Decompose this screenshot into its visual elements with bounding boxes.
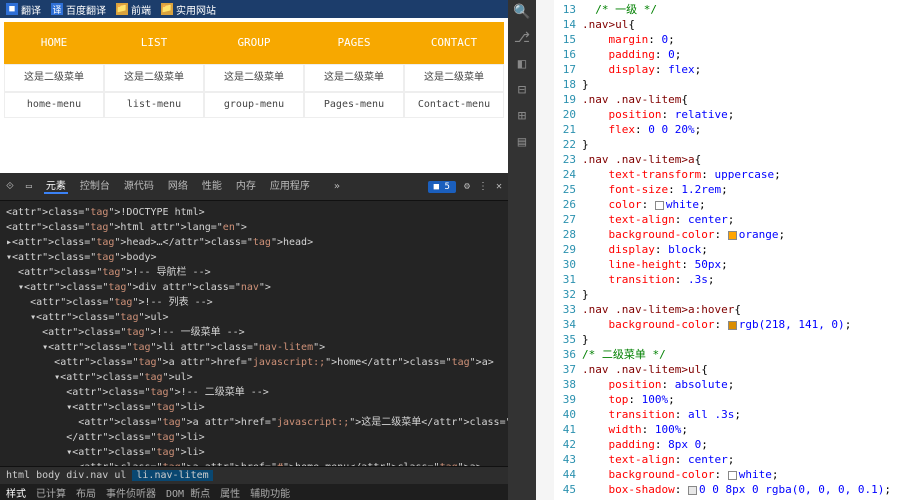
styles-tab[interactable]: 布局 bbox=[76, 485, 96, 500]
activity-icon[interactable]: ◧ bbox=[518, 56, 526, 72]
bookmarks-bar: ■翻译译百度翻译 📁前端 📁实用网站 bbox=[0, 0, 508, 18]
devtools-tab[interactable]: 元素 bbox=[44, 181, 68, 194]
devtools-tab[interactable]: 控制台 bbox=[78, 181, 112, 192]
issues-badge[interactable]: ■ 5 bbox=[428, 181, 456, 193]
devtools-tab[interactable]: 内存 bbox=[234, 181, 258, 192]
css-editor: 13 /* 一级 */14.nav>ul{15 margin: 0;16 pad… bbox=[536, 0, 921, 500]
nav-item[interactable]: PAGES这是二级菜单Pages-menu bbox=[304, 22, 404, 118]
close-icon[interactable]: ✕ bbox=[496, 181, 502, 192]
minimap bbox=[536, 0, 554, 500]
activity-icon[interactable]: ▤ bbox=[518, 134, 526, 150]
devtools-tab[interactable]: 应用程序 bbox=[268, 181, 312, 192]
bookmark-item[interactable]: ■翻译 bbox=[6, 2, 41, 17]
page-preview: HOME这是二级菜单home-menuLIST这是二级菜单list-menuGR… bbox=[0, 18, 508, 173]
more-tabs[interactable]: » bbox=[334, 181, 340, 192]
activity-icon[interactable]: ⎇ bbox=[514, 30, 530, 46]
breadcrumb-item[interactable]: html bbox=[6, 470, 30, 481]
breadcrumb-item[interactable]: ul bbox=[114, 470, 126, 481]
bookmark-item[interactable]: 📁前端 bbox=[116, 2, 151, 17]
breadcrumb-item[interactable]: body bbox=[36, 470, 60, 481]
styles-tabs[interactable]: 样式已计算布局事件侦听器 DOM 断点属性辅助功能 bbox=[0, 484, 508, 500]
devtools-tab[interactable]: 性能 bbox=[200, 181, 224, 192]
styles-tab[interactable]: 属性 bbox=[220, 485, 240, 500]
editor-content[interactable]: 13 /* 一级 */14.nav>ul{15 margin: 0;16 pad… bbox=[554, 0, 921, 500]
nav-item[interactable]: GROUP这是二级菜单group-menu bbox=[204, 22, 304, 118]
gear-icon[interactable]: ⚙ bbox=[464, 181, 470, 192]
inspect-icon[interactable]: ⟐ bbox=[6, 181, 14, 192]
bookmark-item[interactable]: 📁实用网站 bbox=[161, 2, 216, 17]
nav-item[interactable]: HOME这是二级菜单home-menu bbox=[4, 22, 104, 118]
kebab-icon[interactable]: ⋮ bbox=[478, 181, 488, 192]
bookmark-item[interactable]: 译百度翻译 bbox=[51, 2, 106, 17]
activity-icon[interactable]: ⊞ bbox=[518, 108, 526, 124]
breadcrumb-item[interactable]: div.nav bbox=[66, 470, 108, 481]
nav-item[interactable]: LIST这是二级菜单list-menu bbox=[104, 22, 204, 118]
device-icon[interactable]: ▭ bbox=[26, 181, 32, 192]
nav-item[interactable]: CONTACT这是二级菜单Contact-menu bbox=[404, 22, 504, 118]
devtools-tabs: ⟐ ▭ 元素控制台源代码网络性能内存应用程序 » ■ 5 ⚙ ⋮ ✕ bbox=[0, 173, 508, 201]
devtools-tab[interactable]: 网络 bbox=[166, 181, 190, 192]
activity-bar: 🔍 ⎇ ◧ ⊟ ⊞ ▤ bbox=[508, 0, 536, 500]
breadcrumb-item[interactable]: li.nav-litem bbox=[132, 470, 212, 481]
devtools-tab[interactable]: 源代码 bbox=[122, 181, 156, 192]
elements-tree[interactable]: <attr">class="tag">!DOCTYPE html><attr">… bbox=[0, 201, 508, 466]
activity-icon[interactable]: ⊟ bbox=[518, 82, 526, 98]
styles-tab[interactable]: DOM 断点 bbox=[166, 485, 210, 500]
styles-tab[interactable]: 样式 bbox=[6, 485, 26, 500]
styles-tab[interactable]: 已计算 bbox=[36, 485, 66, 500]
activity-icon[interactable]: 🔍 bbox=[513, 4, 530, 20]
styles-tab[interactable]: 辅助功能 bbox=[250, 485, 290, 500]
devtools: ⟐ ▭ 元素控制台源代码网络性能内存应用程序 » ■ 5 ⚙ ⋮ ✕ <attr… bbox=[0, 173, 508, 500]
styles-tab[interactable]: 事件侦听器 bbox=[106, 485, 156, 500]
breadcrumb[interactable]: html body div.nav ul li.nav-litem bbox=[0, 466, 508, 484]
